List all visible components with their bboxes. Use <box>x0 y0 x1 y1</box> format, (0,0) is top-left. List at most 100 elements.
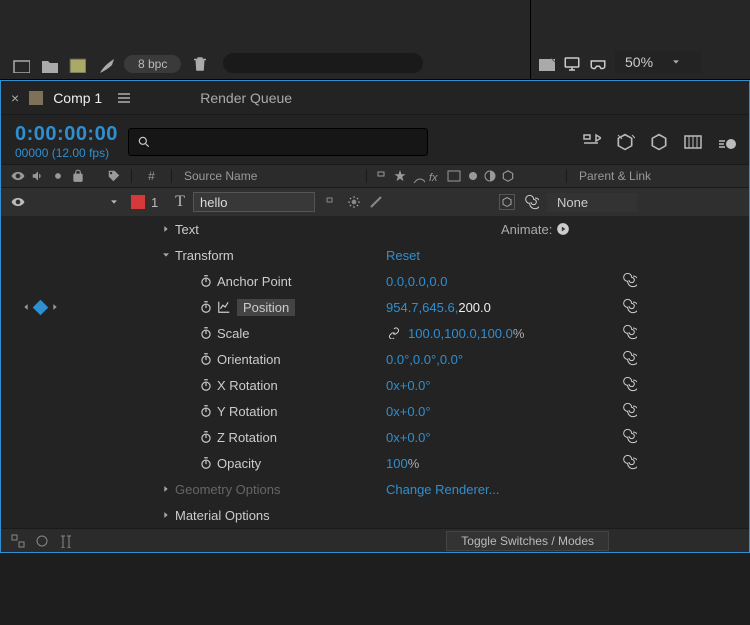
change-renderer-link[interactable]: Change Renderer... <box>386 482 499 497</box>
frame-blend-icon[interactable] <box>683 132 703 152</box>
folder-icon[interactable] <box>40 55 58 73</box>
mb-col-icon <box>465 169 479 183</box>
stopwatch-icon[interactable] <box>195 456 217 470</box>
layer-shy-switch[interactable] <box>325 195 339 209</box>
fx-col-icon: fx <box>429 169 443 183</box>
opacity-value[interactable]: 100% <box>386 456 419 471</box>
anchor-value[interactable]: 0.0,0.0,0.0 <box>386 274 447 289</box>
search-input[interactable] <box>128 128 428 156</box>
timecode[interactable]: 0:00:00:00 <box>15 123 118 146</box>
brackets-icon[interactable] <box>59 534 73 548</box>
screen-icon[interactable] <box>537 55 555 73</box>
layer-twirl-icon[interactable] <box>109 197 119 207</box>
xrot-value[interactable]: 0x+0.0° <box>386 378 431 393</box>
anchor-label[interactable]: Anchor Point <box>217 274 291 289</box>
yrot-value[interactable]: 0x+0.0° <box>386 404 431 419</box>
graph-editor-icon[interactable] <box>217 300 237 314</box>
chevron-right-icon[interactable] <box>161 224 171 234</box>
chevron-down-icon[interactable] <box>161 250 171 260</box>
parent-pickwhip-icon[interactable] <box>523 194 539 210</box>
animate-button[interactable]: Animate: <box>501 222 570 237</box>
expression-pickwhip-icon[interactable] <box>621 272 637 288</box>
eye-header-icon[interactable] <box>11 169 25 183</box>
prev-key-icon[interactable] <box>21 302 31 312</box>
expression-pickwhip-icon[interactable] <box>621 350 637 366</box>
draft3d-icon[interactable] <box>615 132 635 152</box>
layer-name-field[interactable]: hello <box>193 192 315 212</box>
next-key-icon[interactable] <box>50 302 60 312</box>
tab-render-queue[interactable]: Render Queue <box>200 90 292 106</box>
keyframe-diamond-icon[interactable] <box>32 299 48 315</box>
expression-pickwhip-icon[interactable] <box>621 298 637 314</box>
index-header[interactable]: # <box>131 169 171 183</box>
chevron-down-icon <box>671 57 681 67</box>
layer-quality-switch[interactable] <box>369 195 383 209</box>
transform-group-label[interactable]: Transform <box>175 248 234 263</box>
layer-collapse-switch[interactable] <box>347 195 361 209</box>
stopwatch-active-icon[interactable] <box>195 300 217 314</box>
label-header-icon[interactable] <box>107 169 121 183</box>
chevron-right-icon[interactable] <box>161 484 171 494</box>
comp-mini-icon[interactable] <box>11 534 25 548</box>
chevron-right-icon[interactable] <box>161 510 171 520</box>
toggle-switches-button[interactable]: Toggle Switches / Modes <box>446 531 609 551</box>
position-label[interactable]: Position <box>237 299 295 316</box>
reset-link[interactable]: Reset <box>386 248 420 263</box>
expression-pickwhip-icon[interactable] <box>621 428 637 444</box>
orientation-row: Orientation 0.0°,0.0°,0.0° <box>1 346 749 372</box>
project-icon[interactable] <box>12 55 30 73</box>
stopwatch-icon[interactable] <box>195 326 217 340</box>
orientation-label[interactable]: Orientation <box>217 352 281 367</box>
lock-header-icon[interactable] <box>71 169 85 183</box>
opacity-label[interactable]: Opacity <box>217 456 261 471</box>
brush-icon[interactable] <box>96 55 114 73</box>
zrot-value[interactable]: 0x+0.0° <box>386 430 431 445</box>
panel-tabs: × Comp 1 Render Queue <box>1 81 749 115</box>
bpc-indicator[interactable]: 8 bpc <box>124 55 181 73</box>
palette-icon[interactable] <box>68 55 86 73</box>
source-header[interactable]: Source Name <box>171 169 366 183</box>
stopwatch-icon[interactable] <box>195 378 217 392</box>
zrot-label[interactable]: Z Rotation <box>217 430 277 445</box>
expression-pickwhip-icon[interactable] <box>621 324 637 340</box>
stopwatch-icon[interactable] <box>195 274 217 288</box>
shy-icon[interactable] <box>649 132 669 152</box>
position-value[interactable]: 954.7,645.6,200.0 <box>386 300 491 315</box>
parent-dropdown[interactable]: None <box>547 193 637 212</box>
stopwatch-icon[interactable] <box>195 430 217 444</box>
geometry-label: Geometry Options <box>175 482 281 497</box>
stopwatch-icon[interactable] <box>195 352 217 366</box>
yrot-label[interactable]: Y Rotation <box>217 404 277 419</box>
expression-pickwhip-icon[interactable] <box>621 376 637 392</box>
goggles-icon[interactable] <box>589 55 607 73</box>
motion-blur-icon[interactable] <box>717 132 737 152</box>
scale-value[interactable]: 100.0,100.0,100.0% <box>386 326 524 341</box>
text-group-label[interactable]: Text <box>175 222 199 237</box>
layer-row[interactable]: 1 T hello None <box>1 188 749 216</box>
orientation-value[interactable]: 0.0°,0.0°,0.0° <box>386 352 463 367</box>
layer-visibility-icon[interactable] <box>11 195 25 209</box>
constrain-link-icon[interactable] <box>386 327 402 339</box>
keyframe-nav[interactable] <box>1 302 79 313</box>
parent-header[interactable]: Parent & Link <box>566 169 749 183</box>
svg-text:fx: fx <box>429 172 438 183</box>
material-label[interactable]: Material Options <box>175 508 270 523</box>
xrot-label[interactable]: X Rotation <box>217 378 278 393</box>
render-mini-icon[interactable] <box>35 534 49 548</box>
tab-menu-icon[interactable] <box>116 90 132 106</box>
solo-header-icon[interactable] <box>51 169 65 183</box>
close-tab-button[interactable]: × <box>11 90 19 106</box>
monitor-icon[interactable] <box>563 55 581 73</box>
tab-comp[interactable]: Comp 1 <box>53 90 102 106</box>
zoom-select[interactable]: 50% <box>615 51 701 73</box>
expression-pickwhip-icon[interactable] <box>621 454 637 470</box>
comp-flowchart-icon[interactable] <box>581 132 601 152</box>
scale-label[interactable]: Scale <box>217 326 250 341</box>
layer-color-label[interactable] <box>131 195 145 209</box>
expression-pickwhip-icon[interactable] <box>621 402 637 418</box>
speaker-header-icon[interactable] <box>31 169 45 183</box>
stopwatch-icon[interactable] <box>195 404 217 418</box>
trash-icon[interactable] <box>191 55 209 73</box>
layer-3d-switch[interactable] <box>499 194 515 210</box>
frame-info[interactable]: 00000 (12.00 fps) <box>15 146 118 160</box>
